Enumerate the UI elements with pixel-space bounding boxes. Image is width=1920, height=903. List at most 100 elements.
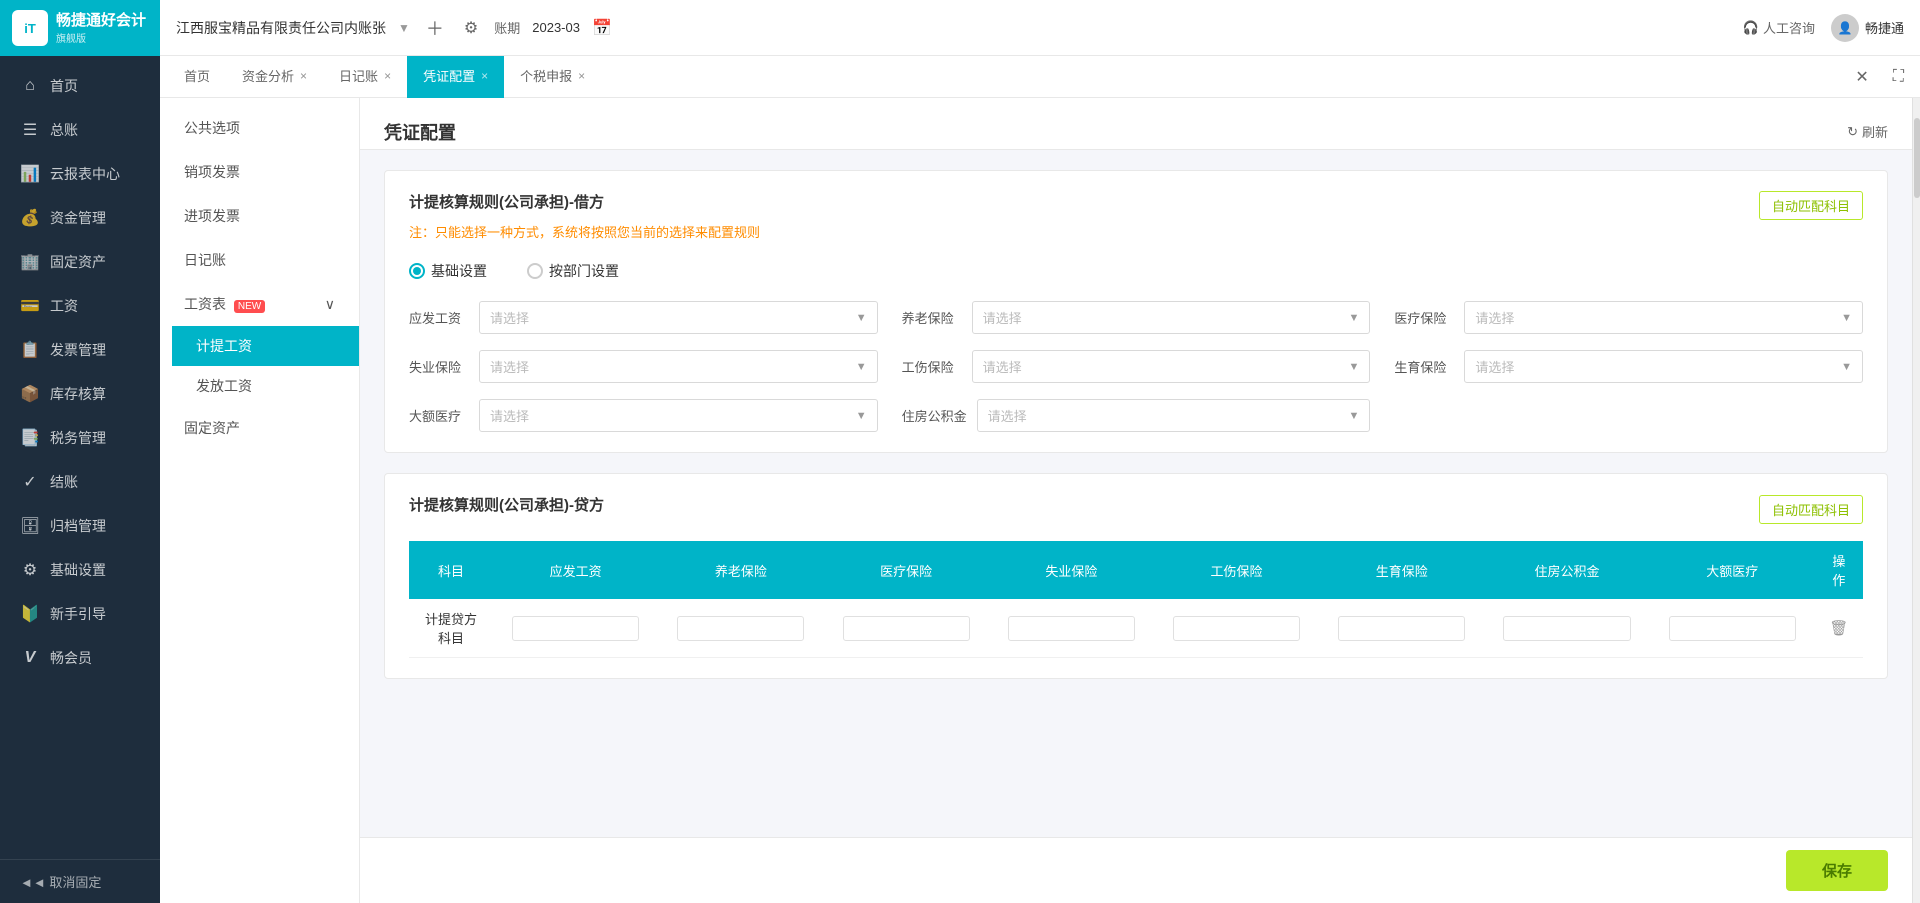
- select-sheng[interactable]: 请选择 ▼: [1464, 350, 1863, 383]
- company-dropdown-icon[interactable]: ▼: [398, 21, 410, 35]
- tab-voucher-label: 凭证配置: [423, 66, 475, 85]
- input-gjj[interactable]: [1503, 616, 1630, 641]
- sidebar-unpin[interactable]: ◄◄ 取消固定: [0, 859, 160, 903]
- select-gjj-placeholder: 请选择: [988, 406, 1027, 425]
- expand-tab-icon[interactable]: ⛶: [1885, 64, 1912, 90]
- sidebar-item-tax[interactable]: 📑 税务管理: [0, 416, 160, 460]
- left-menu-purchase[interactable]: 进项发票: [160, 194, 359, 238]
- label-sheng: 生育保险: [1394, 357, 1454, 376]
- auto-match-credit-button[interactable]: 自动匹配科目: [1759, 495, 1863, 524]
- company-name[interactable]: 江西服宝精品有限责任公司内账张: [176, 18, 386, 38]
- select-yf[interactable]: 请选择 ▼: [479, 301, 878, 334]
- radio-dept[interactable]: 按部门设置: [527, 261, 619, 281]
- cell-da[interactable]: [1650, 599, 1815, 658]
- cell-yf[interactable]: [493, 599, 658, 658]
- cell-sybx[interactable]: [989, 599, 1154, 658]
- input-yf[interactable]: [512, 616, 639, 641]
- sidebar-item-reports[interactable]: 📊 云报表中心: [0, 152, 160, 196]
- radio-basic[interactable]: 基础设置: [409, 261, 487, 281]
- sidebar-item-inventory[interactable]: 📦 库存核算: [0, 372, 160, 416]
- tab-home-label: 首页: [184, 66, 210, 85]
- sidebar-label-archive: 归档管理: [50, 516, 106, 536]
- add-tab-button[interactable]: ＋: [422, 15, 448, 41]
- select-yl[interactable]: 请选择 ▼: [972, 301, 1371, 334]
- tab-journal-close[interactable]: ×: [384, 69, 391, 83]
- tab-tax[interactable]: 个税申报 ×: [504, 56, 601, 98]
- select-yl-ins[interactable]: 请选择 ▼: [1464, 301, 1863, 334]
- sidebar-item-salary[interactable]: 💳 工资: [0, 284, 160, 328]
- auto-match-debit-button[interactable]: 自动匹配科目: [1759, 191, 1863, 220]
- period-value[interactable]: 2023-03: [532, 20, 580, 35]
- calendar-icon[interactable]: 📅: [592, 18, 612, 38]
- tab-voucher-close[interactable]: ×: [481, 69, 488, 83]
- delete-row-icon[interactable]: 🗑: [1829, 620, 1848, 637]
- col-ylbx: 医疗保险: [823, 541, 988, 599]
- sidebar-item-archive[interactable]: 🗄 归档管理: [0, 504, 160, 548]
- col-yl: 养老保险: [658, 541, 823, 599]
- input-ylbx[interactable]: [843, 616, 970, 641]
- select-gs[interactable]: 请选择 ▼: [972, 350, 1371, 383]
- cell-op[interactable]: 🗑: [1815, 599, 1863, 658]
- left-menu-pay-payroll[interactable]: 发放工资: [172, 366, 359, 406]
- sidebar-item-guide[interactable]: 🔰 新手引导: [0, 592, 160, 636]
- content-scroll[interactable]: 计提核算规则(公司承担)-借方 注：只能选择一种方式，系统将按照您当前的选择来配…: [360, 150, 1912, 837]
- sidebar-item-ledger[interactable]: ☰ 总账: [0, 108, 160, 152]
- sidebar-label-ledger: 总账: [50, 120, 78, 140]
- sidebar-label-funds: 资金管理: [50, 208, 106, 228]
- cell-gjj[interactable]: [1484, 599, 1649, 658]
- input-da[interactable]: [1669, 616, 1796, 641]
- refresh-label: 刷新: [1862, 122, 1888, 141]
- sidebar-item-invoice[interactable]: 📋 发票管理: [0, 328, 160, 372]
- settings-gear-icon[interactable]: ⚙: [460, 18, 482, 38]
- input-yl[interactable]: [677, 616, 804, 641]
- input-shengbx[interactable]: [1338, 616, 1465, 641]
- sidebar-item-checkout[interactable]: ✓ 结账: [0, 460, 160, 504]
- form-item-sheng: 生育保险 请选择 ▼: [1394, 350, 1863, 383]
- sidebar-label-home: 首页: [50, 76, 78, 96]
- sidebar-item-settings[interactable]: ⚙ 基础设置: [0, 548, 160, 592]
- left-menu-public[interactable]: 公共选项: [160, 106, 359, 150]
- sidebar-item-funds[interactable]: 💰 资金管理: [0, 196, 160, 240]
- tab-funds-close[interactable]: ×: [300, 69, 307, 83]
- left-menu-fixed-assets[interactable]: 固定资产: [160, 406, 359, 450]
- cell-shengbx[interactable]: [1319, 599, 1484, 658]
- select-sy[interactable]: 请选择 ▼: [479, 350, 878, 383]
- tab-tax-close[interactable]: ×: [578, 69, 585, 83]
- right-scrollbar[interactable]: [1912, 98, 1920, 903]
- left-menu-calc-payroll[interactable]: 计提工资: [172, 326, 359, 366]
- left-menu-journal[interactable]: 日记账: [160, 238, 359, 282]
- service-button[interactable]: 🎧 人工咨询: [1743, 18, 1815, 37]
- tab-journal[interactable]: 日记账 ×: [323, 56, 407, 98]
- input-gsbx[interactable]: [1173, 616, 1300, 641]
- sidebar-label-invoice: 发票管理: [50, 340, 106, 360]
- sidebar-item-assets[interactable]: 🏢 固定资产: [0, 240, 160, 284]
- credit-table: 科目 应发工资 养老保险 医疗保险 失业保险 工伤保险 生育保险 住房公积金 大…: [409, 541, 1863, 658]
- credit-section: 计提核算规则(公司承担)-贷方 自动匹配科目 科目 应发工资 养老保险 医疗保险…: [384, 473, 1888, 679]
- input-sybx[interactable]: [1008, 616, 1135, 641]
- tab-home[interactable]: 首页: [168, 56, 226, 98]
- select-sy-placeholder: 请选择: [490, 357, 529, 376]
- save-button[interactable]: 保存: [1786, 850, 1888, 891]
- form-item-yl: 养老保险 请选择 ▼: [902, 301, 1371, 334]
- refresh-button[interactable]: ↻ 刷新: [1847, 122, 1888, 141]
- select-gjj[interactable]: 请选择 ▼: [977, 399, 1371, 432]
- col-shengbx: 生育保险: [1319, 541, 1484, 599]
- salary-icon: 💳: [20, 296, 40, 316]
- left-menu-payroll-group[interactable]: 工资表 NEW ∨: [160, 282, 359, 326]
- select-da[interactable]: 请选择 ▼: [479, 399, 878, 432]
- sidebar-item-home[interactable]: ⌂ 首页: [0, 64, 160, 108]
- chevron-down-icon: ∨: [325, 296, 335, 313]
- radio-group: 基础设置 按部门设置: [409, 261, 1863, 281]
- cell-yl[interactable]: [658, 599, 823, 658]
- tab-voucher[interactable]: 凭证配置 ×: [407, 56, 504, 98]
- radio-basic-label: 基础设置: [431, 261, 487, 281]
- user-menu[interactable]: 👤 畅捷通: [1831, 14, 1904, 42]
- cell-ylbx[interactable]: [823, 599, 988, 658]
- left-menu-sales[interactable]: 销项发票: [160, 150, 359, 194]
- sidebar-item-member[interactable]: V 畅会员: [0, 636, 160, 680]
- service-label: 人工咨询: [1763, 18, 1815, 37]
- cell-gsbx[interactable]: [1154, 599, 1319, 658]
- inventory-icon: 📦: [20, 384, 40, 404]
- tab-funds[interactable]: 资金分析 ×: [226, 56, 323, 98]
- close-tab-icon[interactable]: ✕: [1847, 63, 1876, 91]
